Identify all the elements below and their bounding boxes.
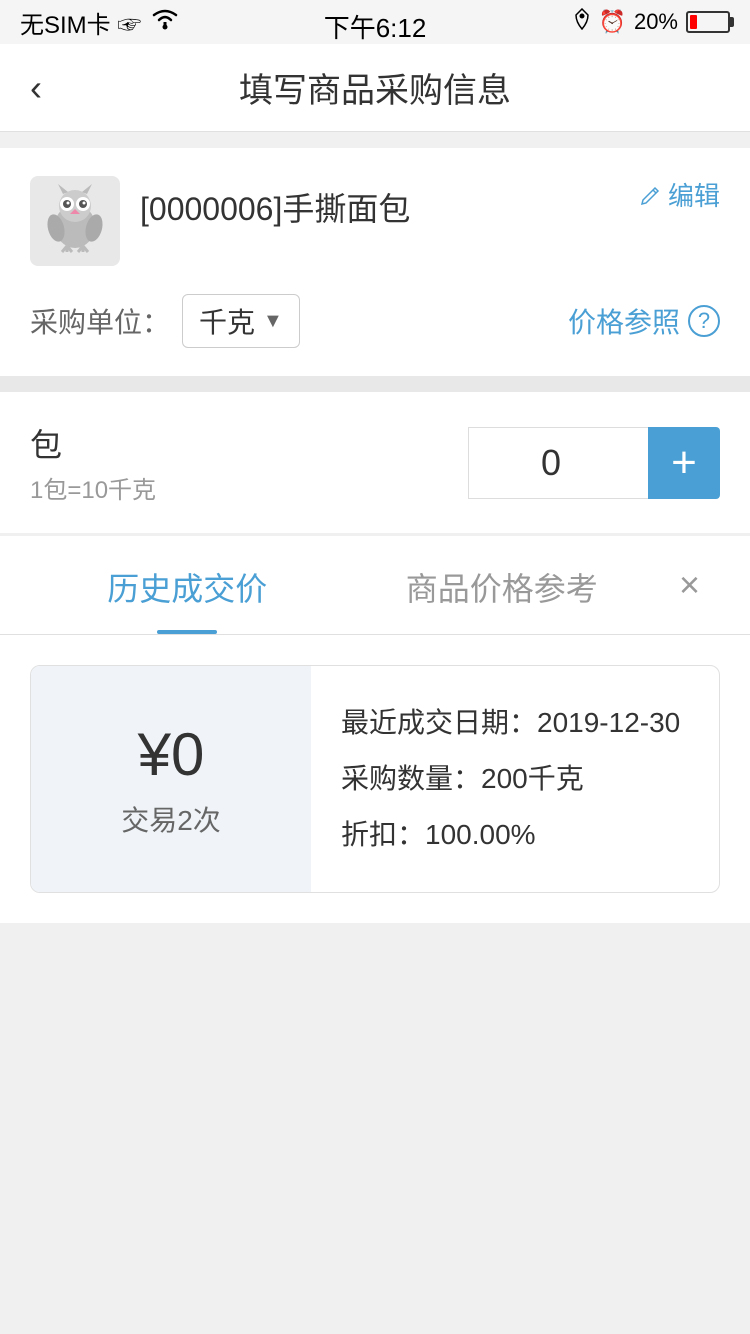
section-divider — [0, 376, 750, 392]
discount-value: 100.00% — [425, 819, 536, 850]
transaction-card: ¥0 交易2次 最近成交日期：2019-12-30 采购数量：200千克 折扣：… — [30, 665, 720, 893]
price-reference-button[interactable]: 价格参照 ? — [568, 301, 720, 341]
qty-label: 采购数量： — [341, 763, 481, 794]
product-left: [0000006]手撕面包 — [30, 176, 410, 266]
battery-percent: 20% — [634, 9, 678, 35]
transaction-discount-row: 折扣：100.00% — [341, 814, 689, 856]
close-tabs-button[interactable]: × — [659, 547, 720, 623]
help-icon: ? — [688, 305, 720, 337]
edit-button[interactable]: 编辑 — [640, 176, 720, 213]
transaction-price: ¥0 — [138, 720, 205, 789]
quantity-input-group: + — [468, 427, 720, 499]
product-info: [0000006]手撕面包 — [140, 176, 410, 230]
back-button[interactable]: ‹ — [30, 67, 90, 109]
discount-label: 折扣： — [341, 819, 425, 850]
wifi-icon — [151, 8, 179, 37]
alarm-icon: ⏰ — [599, 9, 626, 35]
transaction-date-row: 最近成交日期：2019-12-30 — [341, 702, 689, 744]
page-header: ‹ 填写商品采购信息 — [0, 44, 750, 132]
quantity-label: 包 1包=10千克 — [30, 420, 156, 505]
status-bar: 无SIM卡 ☞ 下午6:12 ⏰ 20% — [0, 0, 750, 44]
date-label: 最近成交日期： — [341, 707, 537, 738]
product-icon — [40, 184, 110, 259]
product-unit-row: 采购单位： 千克 ▼ 价格参照 ? — [30, 294, 720, 348]
unit-section: 采购单位： 千克 ▼ — [30, 294, 300, 348]
tabs-panel: 历史成交价 商品价格参考 × ¥0 交易2次 最近成交日期：2019-12-30… — [0, 536, 750, 923]
quantity-unit: 包 — [30, 420, 156, 466]
unit-label: 采购单位： — [30, 301, 170, 341]
product-top: [0000006]手撕面包 编辑 — [30, 176, 720, 266]
carrier-label: 无SIM卡 ☞ — [20, 5, 141, 40]
tabs-header: 历史成交价 商品价格参考 × — [0, 536, 750, 635]
transaction-details: 最近成交日期：2019-12-30 采购数量：200千克 折扣：100.00% — [311, 666, 719, 892]
date-value: 2019-12-30 — [537, 707, 680, 738]
product-thumbnail — [30, 176, 120, 266]
main-content: [0000006]手撕面包 编辑 采购单位： 千克 ▼ 价格参照 — [0, 148, 750, 923]
transaction-count: 交易2次 — [121, 799, 221, 839]
unit-value: 千克 — [199, 301, 255, 341]
transaction-qty-row: 采购数量：200千克 — [341, 758, 689, 800]
product-name: [0000006]手撕面包 — [140, 184, 410, 230]
product-card: [0000006]手撕面包 编辑 采购单位： 千克 ▼ 价格参照 — [0, 148, 750, 376]
quantity-plus-button[interactable]: + — [648, 427, 720, 499]
unit-selector[interactable]: 千克 ▼ — [182, 294, 300, 348]
status-right: ⏰ 20% — [573, 8, 730, 36]
edit-icon — [640, 184, 662, 206]
transaction-price-summary: ¥0 交易2次 — [31, 666, 311, 892]
transaction-list: ¥0 交易2次 最近成交日期：2019-12-30 采购数量：200千克 折扣：… — [0, 635, 750, 923]
tab-price-reference[interactable]: 商品价格参考 — [344, 536, 658, 634]
time-display: 下午6:12 — [324, 8, 427, 45]
chevron-down-icon: ▼ — [263, 310, 283, 333]
location-icon — [573, 8, 591, 36]
quantity-conversion: 1包=10千克 — [30, 470, 156, 505]
tab-history-price[interactable]: 历史成交价 — [30, 536, 344, 634]
battery-icon — [686, 11, 730, 33]
qty-value: 200千克 — [481, 763, 584, 794]
page-title: 填写商品采购信息 — [239, 63, 511, 112]
quantity-row: 包 1包=10千克 + — [0, 392, 750, 534]
status-left: 无SIM卡 ☞ — [20, 5, 179, 40]
quantity-input[interactable] — [468, 427, 648, 499]
